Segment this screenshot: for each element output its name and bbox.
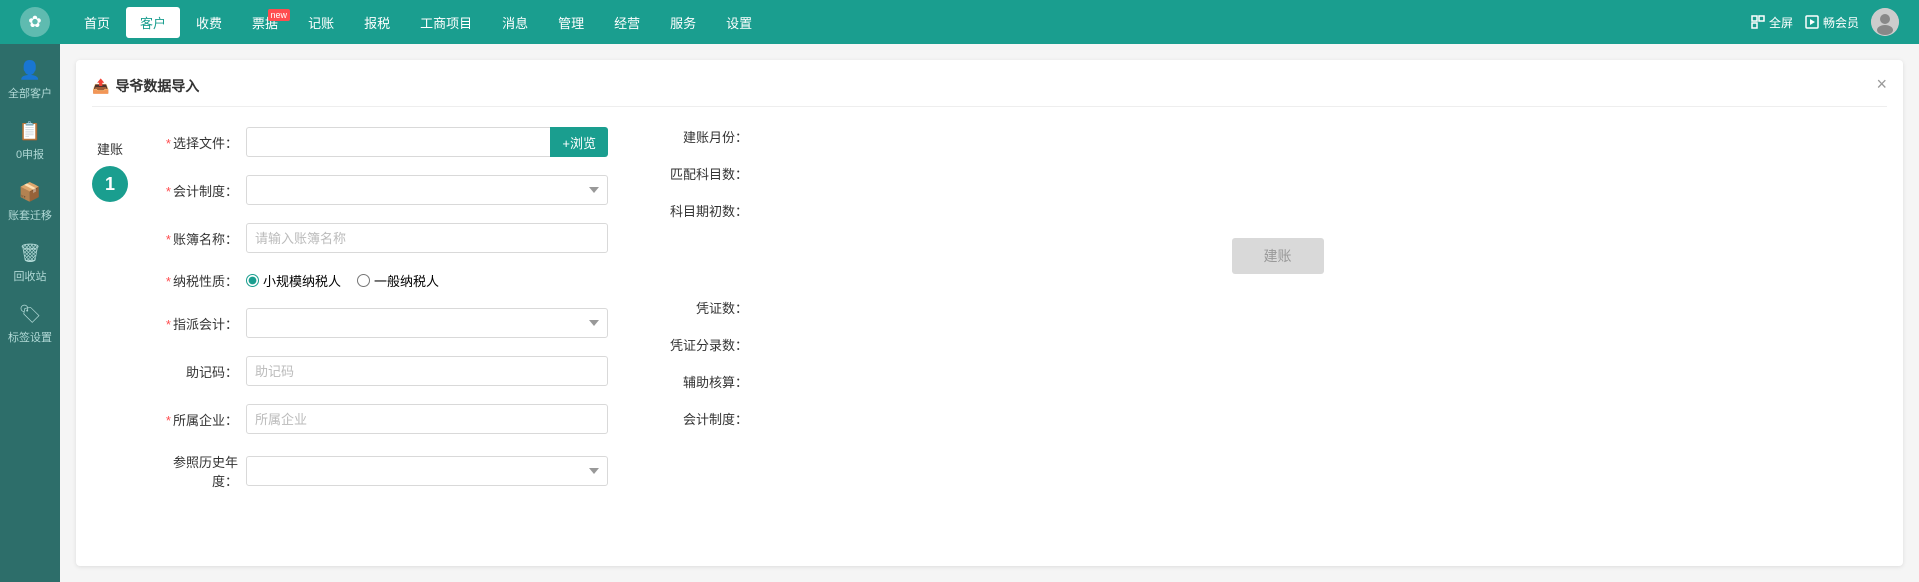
step-section: 建账 1 *选择文件： +浏览 xyxy=(92,127,608,508)
company-label: *所属企业： xyxy=(148,410,238,429)
right-aux-row: 辅助核算： xyxy=(668,372,1887,391)
top-nav: ✿ 首页 客户 收费 票据 new 记账 报税 工商项目 消息 管理 经营 服务… xyxy=(0,0,1919,44)
accounting-row: *会计制度： xyxy=(148,175,608,205)
company-input[interactable] xyxy=(246,404,608,434)
memo-label: 助记码： xyxy=(148,362,238,381)
nav-item-invoice[interactable]: 票据 new xyxy=(238,7,292,38)
nav-item-message[interactable]: 消息 xyxy=(488,7,542,38)
right-period-row: 科目期初数： xyxy=(668,201,1887,220)
nav-item-manage[interactable]: 管理 xyxy=(544,7,598,38)
tax-row: *纳税性质： 小规模纳税人 一般纳税人 xyxy=(148,271,608,290)
right-voucher-records-label: 凭证分录数： xyxy=(668,335,748,354)
nav-item-fee[interactable]: 收费 xyxy=(182,7,236,38)
create-account-button[interactable]: 建账 xyxy=(1232,238,1324,274)
step-badge: 1 xyxy=(92,166,128,202)
tax-radio-group: 小规模纳税人 一般纳税人 xyxy=(246,271,439,290)
new-badge: new xyxy=(268,9,291,21)
sidebar-item-label-settings[interactable]: 🏷 标签设置 xyxy=(2,296,58,353)
right-month-label: 建账月份： xyxy=(668,127,748,146)
browse-button[interactable]: +浏览 xyxy=(550,127,608,157)
logo: ✿ xyxy=(10,7,60,37)
accountant-select[interactable] xyxy=(246,308,608,338)
panel-title: 导爷数据导入 xyxy=(115,76,199,96)
memo-input[interactable] xyxy=(246,356,608,386)
accounting-select[interactable] xyxy=(246,175,608,205)
avatar-icon xyxy=(1871,8,1899,36)
company-row: *所属企业： xyxy=(148,404,608,434)
file-row: *选择文件： +浏览 xyxy=(148,127,608,157)
history-label: 参照历史年度： xyxy=(148,452,238,490)
right-voucher-label: 凭证数： xyxy=(668,298,748,317)
form-right: 建账月份： 匹配科目数： 科目期初数： 建账 xyxy=(628,127,1887,508)
tag-icon: 🏷 xyxy=(19,304,42,325)
tax-label: *纳税性质： xyxy=(148,271,238,290)
nav-item-home[interactable]: 首页 xyxy=(70,7,124,38)
nav-item-customer[interactable]: 客户 xyxy=(126,7,180,38)
fullscreen-icon xyxy=(1751,15,1765,29)
nav-item-tax[interactable]: 报税 xyxy=(350,7,404,38)
sidebar-item-all-customers[interactable]: 👤 全部客户 xyxy=(2,52,58,109)
sidebar: 👤 全部客户 📋 0申报 📦 账套迁移 🗑 回收站 🏷 标签设置 xyxy=(0,44,60,582)
step-label: 建账 xyxy=(97,139,123,158)
right-voucher-row: 凭证数： xyxy=(668,298,1887,317)
file-text-input[interactable] xyxy=(246,127,550,157)
import-panel: 📤 导爷数据导入 × 建账 1 *选择文件： xyxy=(76,60,1903,566)
logo-icon: ✿ xyxy=(20,7,50,37)
avatar[interactable] xyxy=(1871,8,1899,36)
right-aux-label: 辅助核算： xyxy=(668,372,748,391)
declare-icon: 📋 xyxy=(19,121,41,142)
panel-header: 📤 导爷数据导入 xyxy=(92,76,1887,107)
nav-item-bookkeeping[interactable]: 记账 xyxy=(294,7,348,38)
ledger-label: *账簿名称： xyxy=(148,229,238,248)
content-area: 📤 导爷数据导入 × 建账 1 *选择文件： xyxy=(60,44,1919,582)
sidebar-item-trash[interactable]: 🗑 回收站 xyxy=(2,235,58,292)
memo-row: 助记码： xyxy=(148,356,608,386)
form-left: *选择文件： +浏览 *会计制度： xyxy=(148,127,608,508)
migrate-icon: 📦 xyxy=(19,182,41,203)
import-icon: 📤 xyxy=(92,78,109,95)
ledger-row: *账簿名称： xyxy=(148,223,608,253)
accountant-row: *指派会计： xyxy=(148,308,608,338)
nav-right: 全屏 畅会员 xyxy=(1751,8,1899,36)
nav-item-settings[interactable]: 设置 xyxy=(712,7,766,38)
nav-items: 首页 客户 收费 票据 new 记账 报税 工商项目 消息 管理 经营 服务 设… xyxy=(70,7,1751,38)
member-btn[interactable]: 畅会员 xyxy=(1805,14,1859,31)
accountant-label: *指派会计： xyxy=(148,314,238,333)
right-match-label: 匹配科目数： xyxy=(668,164,748,183)
right-match-row: 匹配科目数： xyxy=(668,164,1887,183)
right-voucher-records-row: 凭证分录数： xyxy=(668,335,1887,354)
right-accounting-row: 会计制度： xyxy=(668,409,1887,428)
trash-icon: 🗑 xyxy=(19,243,42,264)
right-period-label: 科目期初数： xyxy=(668,201,748,220)
play-icon xyxy=(1805,15,1819,29)
tax-general-radio[interactable]: 一般纳税人 xyxy=(357,271,439,290)
nav-item-business[interactable]: 工商项目 xyxy=(406,7,486,38)
form-container: 建账 1 *选择文件： +浏览 xyxy=(92,127,1887,508)
nav-item-operate[interactable]: 经营 xyxy=(600,7,654,38)
accounting-label: *会计制度： xyxy=(148,181,238,200)
file-input-group: +浏览 xyxy=(246,127,608,157)
file-label: *选择文件： xyxy=(148,133,238,152)
sidebar-item-zero-declare[interactable]: 📋 0申报 xyxy=(2,113,58,170)
ledger-input[interactable] xyxy=(246,223,608,253)
history-select[interactable] xyxy=(246,456,608,486)
right-month-row: 建账月份： xyxy=(668,127,1887,146)
user-icon: 👤 xyxy=(19,60,41,81)
close-button[interactable]: × xyxy=(1876,74,1887,95)
history-row: 参照历史年度： xyxy=(148,452,608,490)
fullscreen-btn[interactable]: 全屏 xyxy=(1751,14,1793,31)
nav-item-service[interactable]: 服务 xyxy=(656,7,710,38)
right-accounting-system-label: 会计制度： xyxy=(668,409,748,428)
main-layout: 👤 全部客户 📋 0申报 📦 账套迁移 🗑 回收站 🏷 标签设置 📤 导爷数据导… xyxy=(0,44,1919,582)
sidebar-item-migration[interactable]: 📦 账套迁移 xyxy=(2,174,58,231)
tax-small-radio[interactable]: 小规模纳税人 xyxy=(246,271,341,290)
